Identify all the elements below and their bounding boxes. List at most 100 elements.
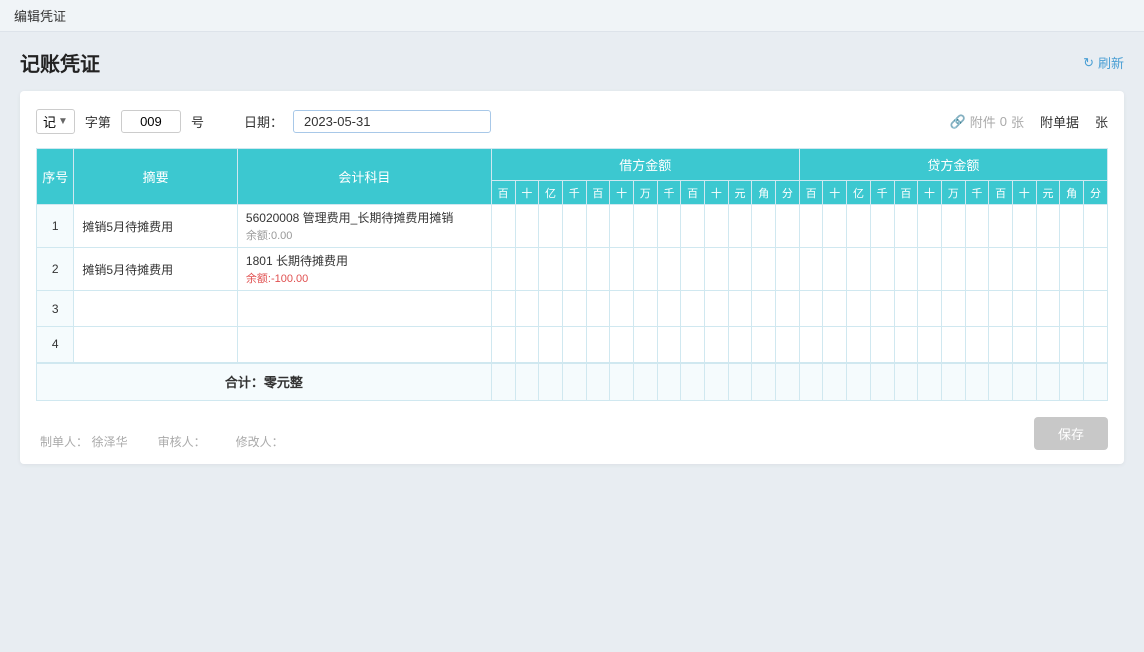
row-0-debit-6[interactable] xyxy=(633,205,657,248)
row-0-credit-7[interactable] xyxy=(965,205,989,248)
row-3-debit-5[interactable] xyxy=(610,327,634,363)
row-1-credit-9[interactable] xyxy=(1012,248,1036,291)
row-0-credit-3[interactable] xyxy=(870,205,894,248)
row-1-credit-7[interactable] xyxy=(965,248,989,291)
row-1-debit-5[interactable] xyxy=(610,248,634,291)
row-1-debit-11[interactable] xyxy=(752,248,776,291)
row-2-debit-9[interactable] xyxy=(705,291,729,327)
row-0-debit-8[interactable] xyxy=(681,205,705,248)
row-0-account[interactable]: 56020008 管理费用_长期待摊费用摊销余额:0.00 xyxy=(237,205,491,248)
row-1-debit-8[interactable] xyxy=(681,248,705,291)
voucher-number-input[interactable] xyxy=(121,110,181,133)
row-0-credit-10[interactable] xyxy=(1036,205,1060,248)
row-2-debit-7[interactable] xyxy=(657,291,681,327)
row-3-credit-2[interactable] xyxy=(847,327,871,363)
row-1-debit-1[interactable] xyxy=(515,248,539,291)
row-1-credit-0[interactable] xyxy=(799,248,823,291)
row-2-debit-11[interactable] xyxy=(752,291,776,327)
row-3-debit-4[interactable] xyxy=(586,327,610,363)
row-3-debit-11[interactable] xyxy=(752,327,776,363)
row-1-credit-5[interactable] xyxy=(918,248,942,291)
row-2-debit-6[interactable] xyxy=(633,291,657,327)
row-3-credit-10[interactable] xyxy=(1036,327,1060,363)
row-2-credit-5[interactable] xyxy=(918,291,942,327)
row-3-credit-3[interactable] xyxy=(870,327,894,363)
row-1-debit-10[interactable] xyxy=(728,248,752,291)
row-2-debit-0[interactable] xyxy=(491,291,515,327)
row-3-credit-0[interactable] xyxy=(799,327,823,363)
row-0-credit-12[interactable] xyxy=(1084,205,1108,248)
row-3-credit-7[interactable] xyxy=(965,327,989,363)
row-2-debit-3[interactable] xyxy=(562,291,586,327)
row-0-debit-5[interactable] xyxy=(610,205,634,248)
row-2-credit-6[interactable] xyxy=(941,291,965,327)
row-1-credit-3[interactable] xyxy=(870,248,894,291)
row-3-credit-8[interactable] xyxy=(989,327,1013,363)
row-3-debit-3[interactable] xyxy=(562,327,586,363)
row-1-credit-4[interactable] xyxy=(894,248,918,291)
row-2-account[interactable] xyxy=(237,291,491,327)
table-row[interactable]: 2摊销5月待摊费用1801 长期待摊费用余额:-100.00 xyxy=(37,248,1108,291)
save-button[interactable]: 保存 xyxy=(1034,417,1108,450)
row-2-debit-8[interactable] xyxy=(681,291,705,327)
row-0-debit-9[interactable] xyxy=(705,205,729,248)
row-1-account[interactable]: 1801 长期待摊费用余额:-100.00 xyxy=(237,248,491,291)
row-0-credit-0[interactable] xyxy=(799,205,823,248)
row-3-debit-2[interactable] xyxy=(539,327,563,363)
row-1-credit-11[interactable] xyxy=(1060,248,1084,291)
row-1-summary[interactable]: 摊销5月待摊费用 xyxy=(74,248,238,291)
row-2-credit-4[interactable] xyxy=(894,291,918,327)
row-0-credit-5[interactable] xyxy=(918,205,942,248)
row-3-credit-6[interactable] xyxy=(941,327,965,363)
voucher-type-select[interactable]: 记 ▼ xyxy=(36,109,75,134)
row-1-debit-4[interactable] xyxy=(586,248,610,291)
row-2-debit-5[interactable] xyxy=(610,291,634,327)
row-2-credit-8[interactable] xyxy=(989,291,1013,327)
row-2-debit-12[interactable] xyxy=(776,291,800,327)
row-1-credit-8[interactable] xyxy=(989,248,1013,291)
row-3-credit-9[interactable] xyxy=(1012,327,1036,363)
row-3-debit-7[interactable] xyxy=(657,327,681,363)
row-1-debit-7[interactable] xyxy=(657,248,681,291)
row-3-account[interactable] xyxy=(237,327,491,363)
row-1-debit-0[interactable] xyxy=(491,248,515,291)
row-0-debit-4[interactable] xyxy=(586,205,610,248)
row-2-credit-7[interactable] xyxy=(965,291,989,327)
row-3-credit-1[interactable] xyxy=(823,327,847,363)
row-2-credit-9[interactable] xyxy=(1012,291,1036,327)
row-1-debit-2[interactable] xyxy=(539,248,563,291)
row-2-credit-1[interactable] xyxy=(823,291,847,327)
row-3-summary[interactable] xyxy=(74,327,238,363)
row-0-credit-2[interactable] xyxy=(847,205,871,248)
row-3-credit-12[interactable] xyxy=(1084,327,1108,363)
row-3-credit-11[interactable] xyxy=(1060,327,1084,363)
row-2-credit-12[interactable] xyxy=(1084,291,1108,327)
row-0-debit-0[interactable] xyxy=(491,205,515,248)
row-3-debit-9[interactable] xyxy=(705,327,729,363)
fujv-button[interactable]: 附单据 xyxy=(1040,112,1079,131)
row-1-debit-12[interactable] xyxy=(776,248,800,291)
row-0-debit-2[interactable] xyxy=(539,205,563,248)
row-3-debit-6[interactable] xyxy=(633,327,657,363)
row-1-debit-9[interactable] xyxy=(705,248,729,291)
row-2-credit-3[interactable] xyxy=(870,291,894,327)
row-0-credit-6[interactable] xyxy=(941,205,965,248)
date-input[interactable] xyxy=(293,110,491,133)
row-0-debit-12[interactable] xyxy=(776,205,800,248)
row-0-credit-4[interactable] xyxy=(894,205,918,248)
row-3-credit-4[interactable] xyxy=(894,327,918,363)
row-2-debit-4[interactable] xyxy=(586,291,610,327)
row-3-debit-10[interactable] xyxy=(728,327,752,363)
row-1-credit-10[interactable] xyxy=(1036,248,1060,291)
row-0-credit-9[interactable] xyxy=(1012,205,1036,248)
row-1-debit-3[interactable] xyxy=(562,248,586,291)
row-1-credit-2[interactable] xyxy=(847,248,871,291)
row-1-debit-6[interactable] xyxy=(633,248,657,291)
row-2-summary[interactable] xyxy=(74,291,238,327)
row-0-credit-11[interactable] xyxy=(1060,205,1084,248)
row-0-summary[interactable]: 摊销5月待摊费用 xyxy=(74,205,238,248)
row-3-credit-5[interactable] xyxy=(918,327,942,363)
row-2-credit-11[interactable] xyxy=(1060,291,1084,327)
row-0-debit-11[interactable] xyxy=(752,205,776,248)
row-0-debit-1[interactable] xyxy=(515,205,539,248)
